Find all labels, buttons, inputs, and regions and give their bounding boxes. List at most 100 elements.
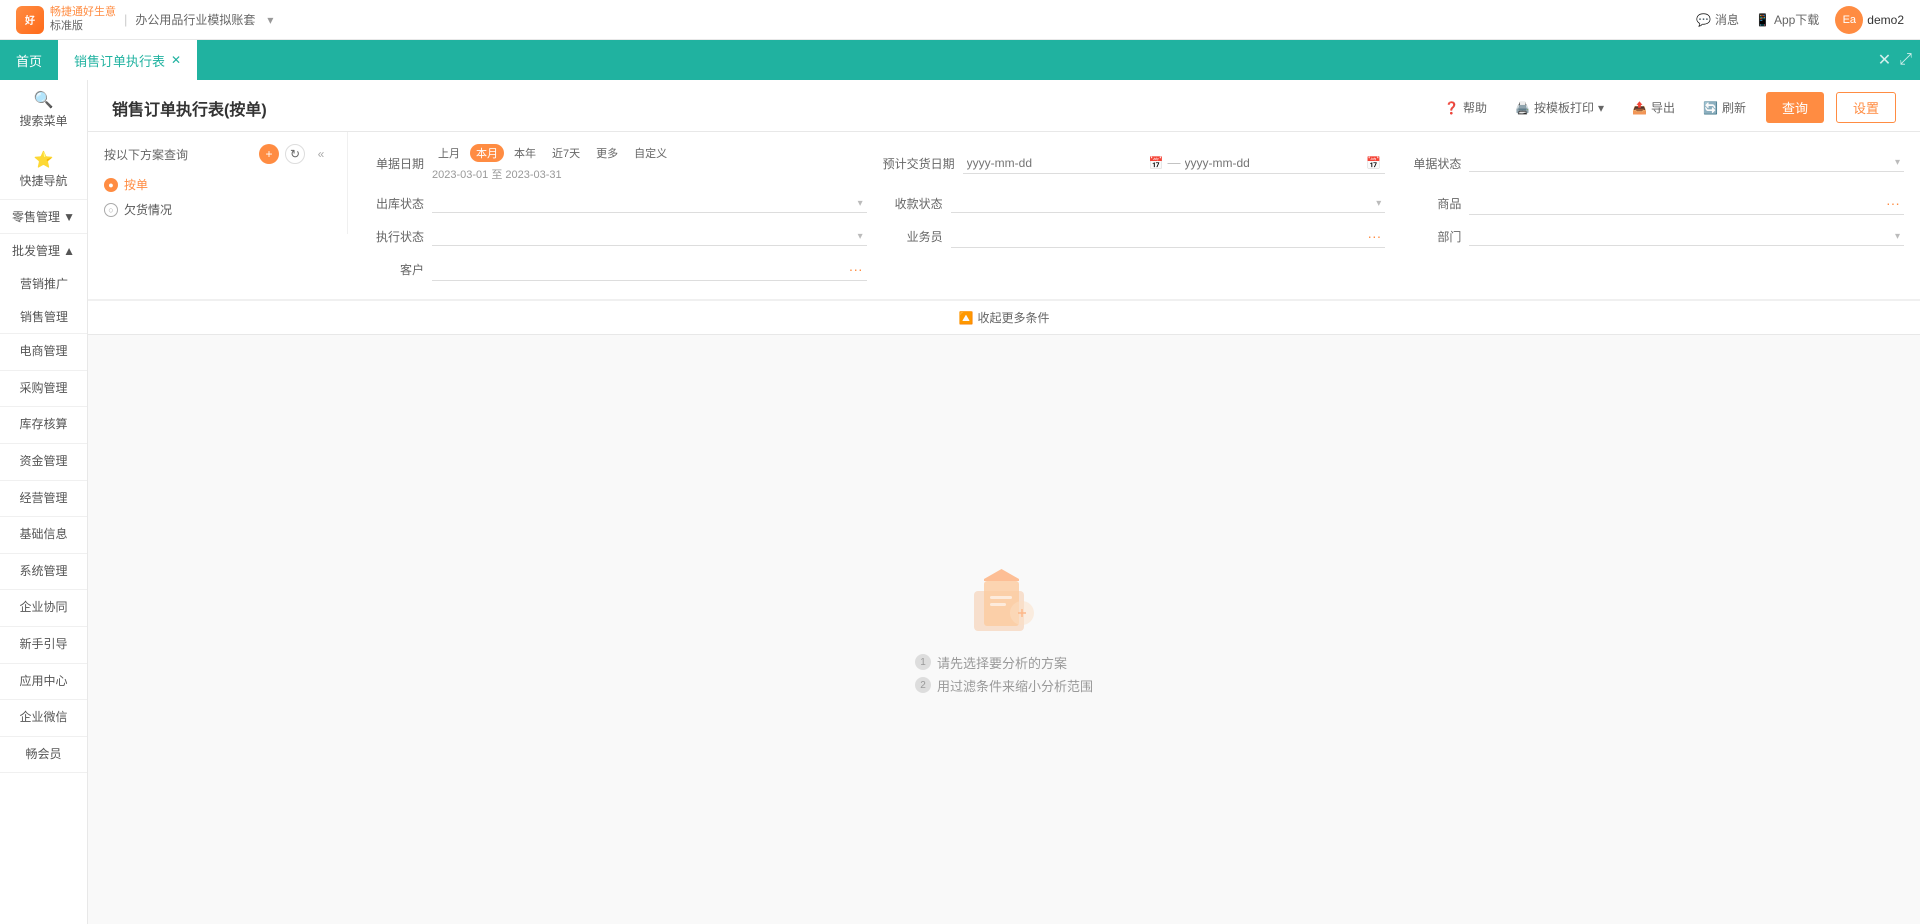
tip-1-text: 请先选择要分析的方案: [937, 653, 1067, 672]
expected-date-range: 📅 — 📅: [963, 152, 1386, 174]
export-button[interactable]: 📤 导出: [1624, 95, 1683, 120]
refresh-scheme-button[interactable]: ↻: [285, 144, 305, 164]
help-label: 帮助: [1463, 99, 1487, 116]
date-field-label: 单据日期: [364, 155, 424, 172]
top-bar-left: 好 畅捷通好生意 标准版 | 办公用品行业模拟账套 ▾: [16, 6, 273, 34]
date-tag-this-month[interactable]: 本月: [470, 144, 504, 162]
tip-2-num: 2: [915, 677, 931, 693]
sidebar-item-system[interactable]: 系统管理: [0, 554, 87, 590]
logo-title: 畅捷通好生意: [50, 6, 116, 19]
logo-text: 畅捷通好生意 标准版: [50, 6, 116, 32]
filter-exec-status-field: 执行状态 ▾: [364, 225, 867, 248]
user-name: demo2: [1867, 13, 1904, 27]
scheme-item-order[interactable]: ● 按单: [104, 172, 331, 197]
receive-status-select[interactable]: ▾: [951, 195, 1386, 213]
order-status-chevron-icon: ▾: [1895, 157, 1900, 168]
sidebar-item-member[interactable]: 畅会员: [0, 737, 87, 773]
tab-home[interactable]: 首页: [0, 40, 58, 80]
calendar-icon-1[interactable]: 📅: [1149, 156, 1164, 170]
print-icon: 🖨️: [1515, 101, 1530, 115]
help-button[interactable]: ❓ 帮助: [1436, 95, 1495, 120]
tab-bar: 首页 销售订单执行表 ✕ ✕ ⤢: [0, 40, 1920, 80]
filter-order-status-field: 单据状态 ▾: [1401, 144, 1904, 182]
scheme-dot-icon: ●: [104, 178, 118, 192]
date-tag-this-year[interactable]: 本年: [508, 144, 542, 162]
empty-state: 1 请先选择要分析的方案 2 用过滤条件来缩小分析范围: [915, 561, 1093, 699]
query-button[interactable]: 查询: [1766, 92, 1824, 123]
expected-date-end[interactable]: [1185, 156, 1363, 170]
date-sep: —: [1168, 155, 1181, 170]
tab-expand-icon[interactable]: ⤢: [1899, 51, 1912, 69]
logo-area: 好 畅捷通好生意 标准版: [16, 6, 116, 34]
sidebar-sales-label: 销售管理: [20, 308, 68, 325]
sidebar-section-purchase: 采购管理: [0, 371, 87, 408]
expected-date-start[interactable]: [967, 156, 1145, 170]
tab-bar-actions: ✕ ⤢: [1878, 50, 1920, 70]
sidebar-item-sales[interactable]: 销售管理: [0, 300, 87, 333]
order-status-label: 单据状态: [1401, 155, 1461, 172]
sidebar-marketing-label: 营销推广: [20, 275, 68, 292]
sidebar-section-corp: 企业协同: [0, 590, 87, 627]
goods-more-icon[interactable]: ···: [1886, 195, 1900, 211]
tab-close-all-icon[interactable]: ✕: [1878, 50, 1891, 70]
ship-status-select[interactable]: ▾: [432, 195, 867, 213]
date-tag-7days[interactable]: 近7天: [546, 144, 586, 162]
sidebar-item-wholesale[interactable]: 批发管理 ▲: [0, 234, 87, 267]
user-area[interactable]: Ea demo2: [1835, 6, 1904, 34]
exec-status-label: 执行状态: [364, 228, 424, 245]
tab-sales-label: 销售订单执行表: [74, 51, 165, 70]
sidebar-finance-label: 资金管理: [19, 454, 67, 470]
sidebar-item-retail[interactable]: 零售管理 ▼: [0, 200, 87, 233]
date-tag-last-month[interactable]: 上月: [432, 144, 466, 162]
sidebar-quicknav-label: 快捷导航: [19, 174, 67, 190]
sidebar-item-basic[interactable]: 基础信息: [0, 517, 87, 553]
date-tag-custom[interactable]: 自定义: [628, 144, 673, 162]
sidebar-item-inventory[interactable]: 库存核算: [0, 407, 87, 443]
sidebar-item-ops[interactable]: 经营管理: [0, 481, 87, 517]
app-icon: 📱: [1755, 13, 1770, 27]
dept-label: 部门: [1401, 228, 1461, 245]
sidebar-item-wechat[interactable]: 企业微信: [0, 700, 87, 736]
filter-actions: 🔼 收起更多条件: [88, 300, 1920, 334]
page-title: 销售订单执行表(按单): [112, 96, 267, 120]
tab-sales-order[interactable]: 销售订单执行表 ✕: [58, 40, 197, 80]
sidebar-item-newbie[interactable]: 新手引导: [0, 627, 87, 663]
add-scheme-button[interactable]: +: [259, 144, 279, 164]
sidebar-item-quicknav[interactable]: ⭐ 快捷导航: [0, 140, 87, 200]
sidebar-item-search[interactable]: 🔍 搜索菜单: [0, 80, 87, 140]
logo-subtitle: 标准版: [50, 20, 116, 33]
quicknav-icon: ⭐: [34, 150, 54, 170]
app-download-button[interactable]: 📱 App下载: [1755, 11, 1819, 28]
message-button[interactable]: 💬 消息: [1696, 11, 1739, 28]
calendar-icon-2[interactable]: 📅: [1366, 156, 1381, 170]
sidebar-item-finance[interactable]: 资金管理: [0, 444, 87, 480]
sidebar-section-newbie: 新手引导: [0, 627, 87, 664]
exec-status-select[interactable]: ▾: [432, 228, 867, 246]
sidebar-item-marketing[interactable]: 营销推广: [0, 267, 87, 300]
sidebar-purchase-label: 采购管理: [19, 381, 67, 397]
salesman-more-icon[interactable]: ···: [1367, 228, 1381, 244]
sidebar-item-app[interactable]: 应用中心: [0, 664, 87, 700]
expected-date-label: 预计交货日期: [883, 155, 955, 172]
customer-more-icon[interactable]: ···: [849, 261, 863, 277]
scheme-item-shortage[interactable]: ○ 欠货情况: [104, 197, 331, 222]
breadcrumb-expand-icon[interactable]: ▾: [267, 13, 273, 27]
tab-close-icon[interactable]: ✕: [171, 53, 181, 67]
print-button[interactable]: 🖨️ 按模板打印 ▾: [1507, 95, 1612, 120]
ship-status-label: 出库状态: [364, 195, 424, 212]
refresh-button[interactable]: 🔄 刷新: [1695, 95, 1754, 120]
filter-goods-field: 商品 ···: [1401, 192, 1904, 215]
order-status-select[interactable]: ▾: [1469, 154, 1904, 172]
date-tag-more[interactable]: 更多: [590, 144, 624, 162]
collapse-filter-button[interactable]: 🔼 收起更多条件: [959, 309, 1050, 326]
dept-select[interactable]: ▾: [1469, 228, 1904, 246]
refresh-label: 刷新: [1722, 99, 1746, 116]
filter-dept-field: 部门 ▾: [1401, 225, 1904, 248]
sidebar-item-ecom[interactable]: 电商管理: [0, 334, 87, 370]
settings-button[interactable]: 设置: [1836, 92, 1896, 123]
app-download-label: App下载: [1774, 11, 1819, 28]
content-body: 1 请先选择要分析的方案 2 用过滤条件来缩小分析范围: [88, 335, 1920, 924]
sidebar-item-corp[interactable]: 企业协同: [0, 590, 87, 626]
sidebar-item-purchase[interactable]: 采购管理: [0, 371, 87, 407]
collapse-scheme-button[interactable]: «: [311, 144, 331, 164]
